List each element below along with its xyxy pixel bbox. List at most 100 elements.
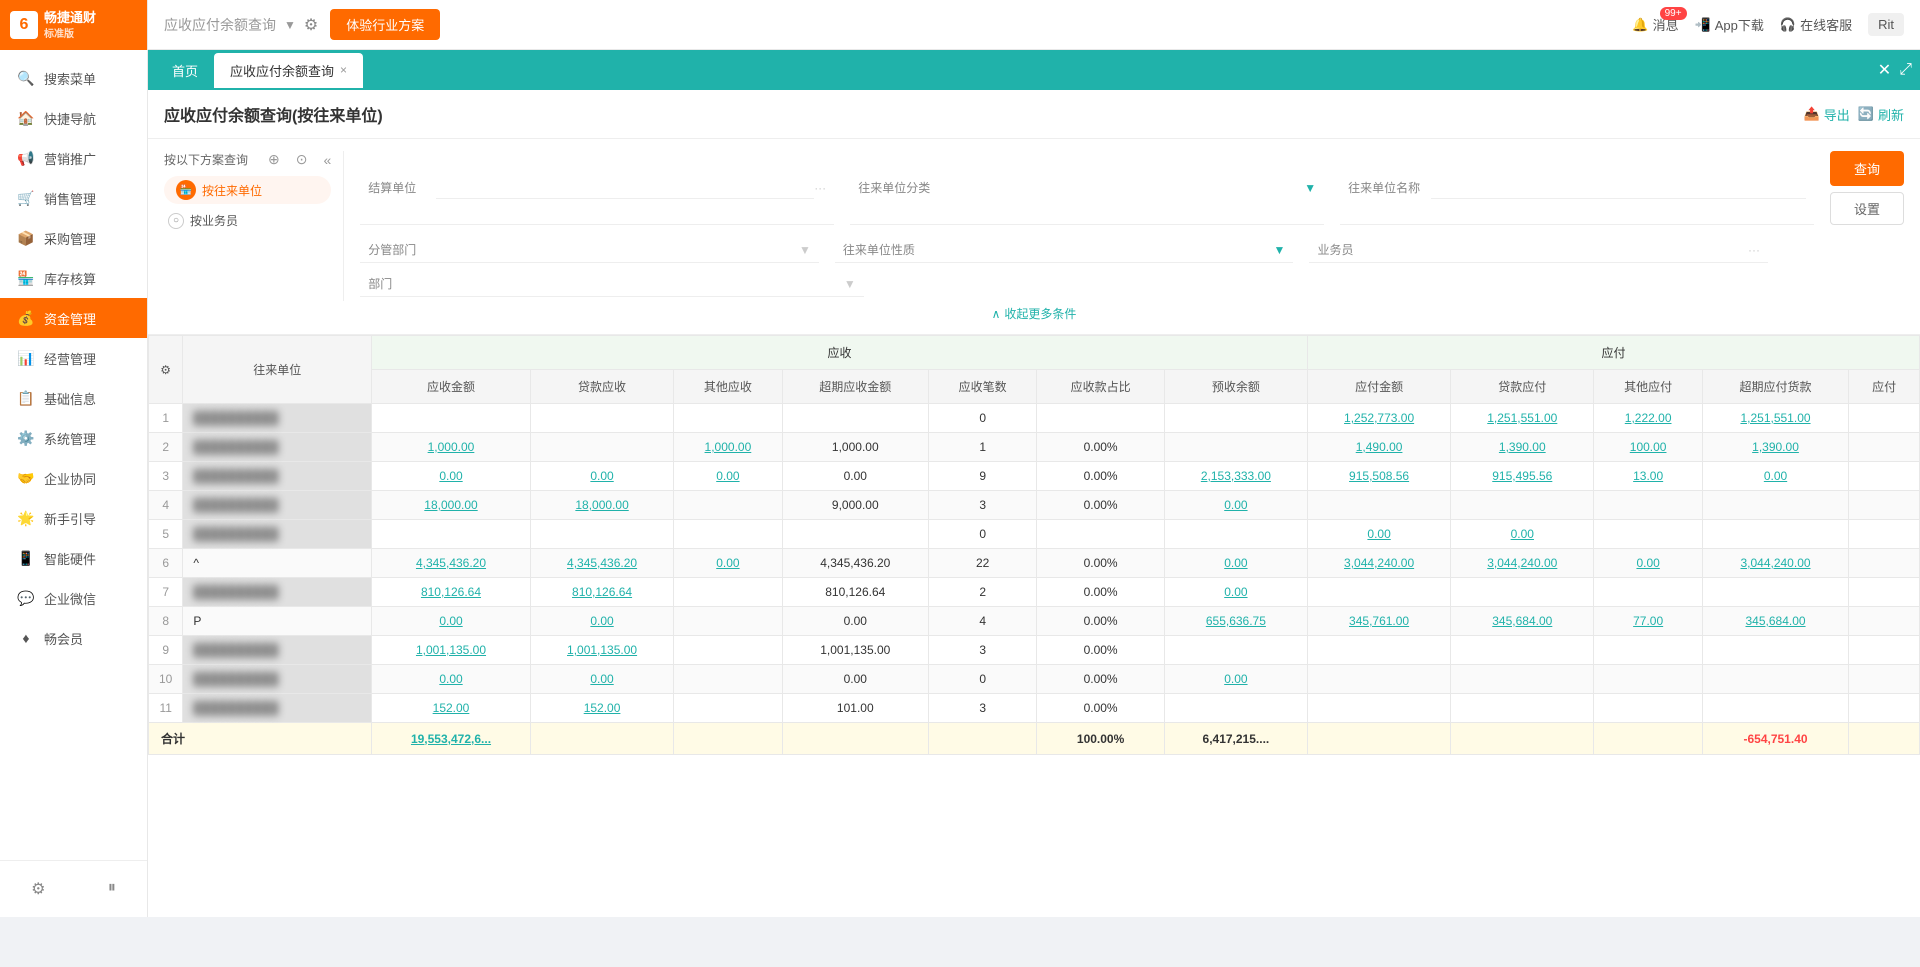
refresh-btn[interactable]: 🔄 刷新 <box>1858 105 1904 124</box>
row-ap-overdue[interactable]: 3,044,240.00 <box>1702 549 1848 578</box>
row-ar-amount[interactable]: 152.00 <box>372 694 531 723</box>
row-ar-advance[interactable]: 0.00 <box>1164 549 1307 578</box>
partner-category-chevron[interactable]: ▼ <box>1304 181 1316 195</box>
row-ap-loan[interactable]: 3,044,240.00 <box>1451 549 1594 578</box>
filter-group-partner[interactable]: 🏪 按往来单位 <box>164 176 331 204</box>
row-ap-loan[interactable]: 915,495.56 <box>1451 462 1594 491</box>
row-ar-amount[interactable]: 0.00 <box>372 462 531 491</box>
partner-name-input[interactable] <box>1431 176 1806 199</box>
row-ar-other[interactable]: 1,000.00 <box>674 433 783 462</box>
tab-close-icon[interactable]: × <box>340 63 347 77</box>
row-ap-amount[interactable]: 3,044,240.00 <box>1307 549 1450 578</box>
row-ar-amount[interactable]: 810,126.64 <box>372 578 531 607</box>
sidebar-item-inventory[interactable]: 🏪 库存核算 <box>0 258 147 298</box>
partner-nature-chevron[interactable]: ▼ <box>1274 243 1286 257</box>
row-ar-other[interactable]: 0.00 <box>674 462 783 491</box>
row-ap-loan[interactable]: 0.00 <box>1451 520 1594 549</box>
sidebar-item-system[interactable]: ⚙️ 系统管理 <box>0 418 147 458</box>
table-container[interactable]: ⚙ 往来单位 应收 应付 应收金额 贷款应收 其他应收 超期应收金额 应收笔数 … <box>148 335 1920 917</box>
row-ap-overdue[interactable]: 0.00 <box>1702 462 1848 491</box>
collapse-icon[interactable]: ⏸ <box>100 871 124 907</box>
tab-active[interactable]: 应收应付余额查询 × <box>214 53 363 88</box>
sidebar-item-basic[interactable]: 📋 基础信息 <box>0 378 147 418</box>
tab-home[interactable]: 首页 <box>156 53 214 88</box>
export-btn[interactable]: 📤 导出 <box>1804 105 1850 124</box>
row-ap-overdue[interactable]: 1,251,551.00 <box>1702 404 1848 433</box>
row-ar-loan[interactable]: 152.00 <box>530 694 673 723</box>
filter-group-salesperson[interactable]: ○ 按业务员 <box>164 212 331 229</box>
row-ap-amount[interactable]: 345,761.00 <box>1307 607 1450 636</box>
row-ap-amount[interactable]: 1,490.00 <box>1307 433 1450 462</box>
row-ap-loan[interactable]: 1,390.00 <box>1451 433 1594 462</box>
filter-more-btn[interactable]: « <box>323 152 331 168</box>
topbar-message[interactable]: 🔔 消息 99+ <box>1632 15 1678 34</box>
sidebar-item-purchase[interactable]: 📦 采购管理 <box>0 218 147 258</box>
filter-edit-btn[interactable]: ⊙ <box>296 151 308 168</box>
topbar-user[interactable]: Rit <box>1868 13 1904 36</box>
row-ar-amount[interactable]: 1,000.00 <box>372 433 531 462</box>
row-ap-loan[interactable]: 345,684.00 <box>1451 607 1594 636</box>
topbar-gear-icon[interactable]: ⚙ <box>304 15 318 35</box>
settlement-unit-dots[interactable]: ··· <box>814 181 826 195</box>
row-ar-amount[interactable]: 18,000.00 <box>372 491 531 520</box>
sidebar-item-wechat[interactable]: 💬 企业微信 <box>0 578 147 618</box>
row-ar-loan[interactable]: 18,000.00 <box>530 491 673 520</box>
row-ap-other[interactable]: 100.00 <box>1594 433 1703 462</box>
filter-add-btn[interactable]: ⊕ <box>268 151 280 168</box>
sidebar-item-operation[interactable]: 📊 经营管理 <box>0 338 147 378</box>
row-ar-loan[interactable]: 810,126.64 <box>530 578 673 607</box>
row-ar-advance[interactable]: 0.00 <box>1164 578 1307 607</box>
row-ar-other[interactable]: 0.00 <box>674 549 783 578</box>
salesperson-dots[interactable]: ··· <box>1748 243 1760 257</box>
row-ar-loan[interactable]: 0.00 <box>530 462 673 491</box>
query-button[interactable]: 查询 <box>1830 151 1904 186</box>
collapse-more-btn[interactable]: ∧ 收起更多条件 <box>164 305 1904 322</box>
row-ar-loan[interactable]: 1,001,135.00 <box>530 636 673 665</box>
row-ar-amount[interactable]: 0.00 <box>372 607 531 636</box>
row-ar-overdue: 4,345,436.20 <box>782 549 928 578</box>
row-ap-other[interactable]: 0.00 <box>1594 549 1703 578</box>
row-ar-loan[interactable]: 0.00 <box>530 607 673 636</box>
col-settings-icon[interactable]: ⚙ <box>149 336 183 404</box>
row-ap-amount[interactable]: 1,252,773.00 <box>1307 404 1450 433</box>
row-ap-loan[interactable]: 1,251,551.00 <box>1451 404 1594 433</box>
settings-button[interactable]: 设置 <box>1830 192 1904 225</box>
sidebar-item-marketing[interactable]: 📢 营销推广 <box>0 138 147 178</box>
sidebar-item-hardware[interactable]: 📱 智能硬件 <box>0 538 147 578</box>
row-ap-overdue[interactable]: 1,390.00 <box>1702 433 1848 462</box>
dept-chevron[interactable]: ▼ <box>844 277 856 291</box>
row-ar-amount[interactable]: 0.00 <box>372 665 531 694</box>
tab-close-window-icon[interactable]: ✕ <box>1878 60 1891 80</box>
topbar-online-service[interactable]: 🎧 在线客服 <box>1780 15 1852 34</box>
sidebar-item-search[interactable]: 🔍 搜索菜单 <box>0 58 147 98</box>
row-ar-loan[interactable]: 4,345,436.20 <box>530 549 673 578</box>
tab-expand-icon[interactable]: ⤢ <box>1899 61 1912 79</box>
row-ar-advance[interactable]: 0.00 <box>1164 665 1307 694</box>
sidebar-item-quicknav[interactable]: 🏠 快捷导航 <box>0 98 147 138</box>
topbar-dropdown-icon[interactable]: ▼ <box>284 18 296 32</box>
row-ap-other[interactable]: 13.00 <box>1594 462 1703 491</box>
row-ar-advance[interactable]: 655,636.75 <box>1164 607 1307 636</box>
sidebar-item-finance[interactable]: 💰 资金管理 <box>0 298 147 338</box>
row-ar-count: 0 <box>928 520 1037 549</box>
branch-dept-chevron[interactable]: ▼ <box>799 243 811 257</box>
row-ar-amount[interactable]: 4,345,436.20 <box>372 549 531 578</box>
row-ap-amount[interactable]: 0.00 <box>1307 520 1450 549</box>
settlement-unit-input[interactable] <box>436 176 814 199</box>
settings-bottom-icon[interactable]: ⚙ <box>23 871 53 907</box>
sidebar-item-guide[interactable]: 🌟 新手引导 <box>0 498 147 538</box>
row-ap-other[interactable]: 77.00 <box>1594 607 1703 636</box>
row-ap-amount[interactable]: 915,508.56 <box>1307 462 1450 491</box>
row-ap-other[interactable]: 1,222.00 <box>1594 404 1703 433</box>
row-ar-amount[interactable]: 1,001,135.00 <box>372 636 531 665</box>
sidebar-item-member[interactable]: ♦ 畅会员 <box>0 618 147 658</box>
row-ar-advance[interactable]: 2,153,333.00 <box>1164 462 1307 491</box>
sidebar-item-sales[interactable]: 🛒 销售管理 <box>0 178 147 218</box>
row-ar-loan[interactable]: 0.00 <box>530 665 673 694</box>
total-ar-amount[interactable]: 19,553,472,6... <box>372 723 531 755</box>
row-ar-advance[interactable]: 0.00 <box>1164 491 1307 520</box>
solution-btn[interactable]: 体验行业方案 <box>330 9 440 40</box>
sidebar-item-enterprise[interactable]: 🤝 企业协同 <box>0 458 147 498</box>
row-ap-overdue[interactable]: 345,684.00 <box>1702 607 1848 636</box>
topbar-app-download[interactable]: 📲 App下载 <box>1695 15 1764 34</box>
